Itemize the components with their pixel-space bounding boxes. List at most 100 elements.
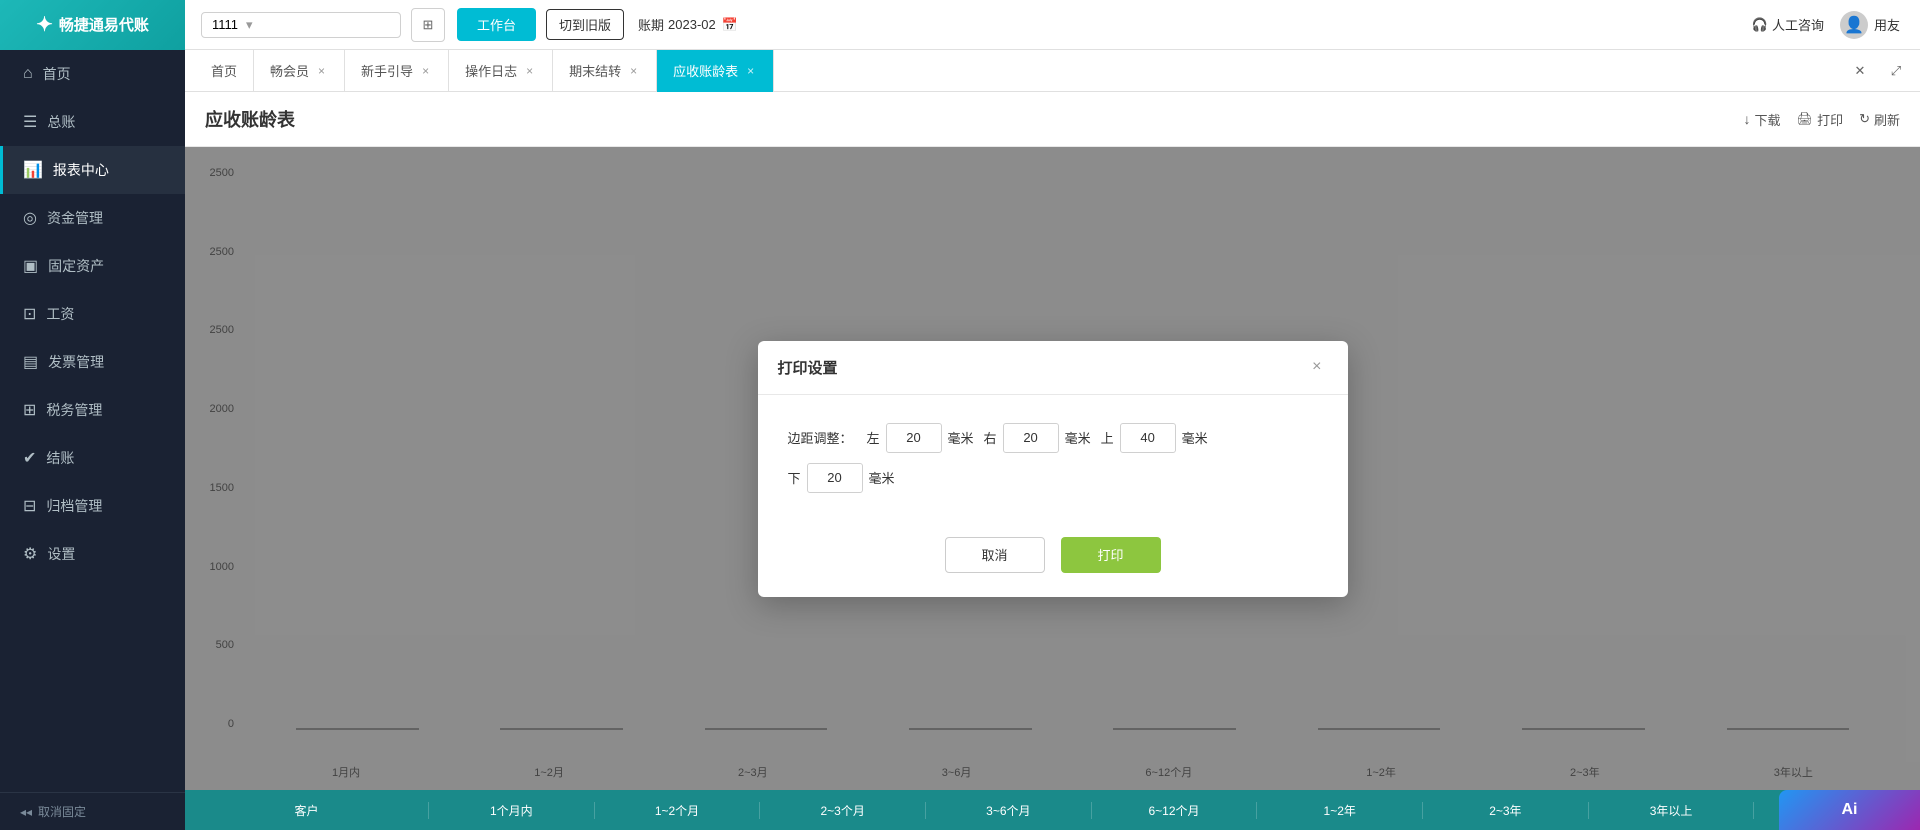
service-button[interactable]: 🎧 人工咨询 — [1752, 15, 1824, 34]
page-content: 应收账龄表 ↓ 下载 🖨 打印 ↻ 刷新 — [185, 92, 1920, 830]
modal-body: 边距调整： 左 毫米 右 — [758, 395, 1348, 521]
margin-label: 边距调整： — [788, 428, 853, 447]
tab-guide-close[interactable]: × — [419, 63, 432, 79]
tab-home[interactable]: 首页 — [195, 50, 254, 92]
logo-icon: ✦ — [36, 12, 53, 37]
page-title: 应收账龄表 — [205, 106, 295, 132]
home-icon: ⌂ — [23, 65, 33, 83]
tab-member-label: 畅会员 — [270, 61, 309, 80]
tab-log-close[interactable]: × — [523, 63, 536, 79]
tab-controls: ✕ ⤢ — [1846, 57, 1910, 85]
tab-ar-aging-close[interactable]: × — [744, 63, 757, 79]
tab-guide[interactable]: 新手引导 × — [345, 50, 449, 92]
calendar-icon[interactable]: 📅 — [722, 17, 738, 33]
download-icon: ↓ — [1744, 111, 1751, 127]
sidebar-item-payroll[interactable]: ⊡ 工资 — [0, 290, 185, 338]
top-header: ✦ 畅捷通易代账 1111 ▾ ⊞ 工作台 切到旧版 账期 2023-02 📅 … — [0, 0, 1920, 50]
sidebar-item-report[interactable]: 📊 报表中心 — [0, 146, 185, 194]
sidebar-item-label: 固定资产 — [48, 256, 104, 276]
download-label: 下载 — [1755, 110, 1781, 129]
th-customer: 客户 — [185, 802, 429, 819]
margin-right-group: 右 毫米 — [984, 423, 1091, 453]
th-3-6m: 3~6个月 — [926, 802, 1092, 819]
margin-bottom-input[interactable] — [807, 463, 863, 493]
th-1-2y: 1~2年 — [1257, 802, 1423, 819]
sidebar-item-home[interactable]: ⌂ 首页 — [0, 50, 185, 98]
ledger-icon: ☰ — [23, 112, 37, 132]
tab-member[interactable]: 畅会员 × — [254, 50, 345, 92]
sidebar-item-asset[interactable]: ▣ 固定资产 — [0, 242, 185, 290]
sidebar-item-label: 设置 — [47, 544, 75, 564]
sidebar-item-label: 税务管理 — [46, 400, 102, 420]
logo-text: 畅捷通易代账 — [59, 14, 149, 35]
print-settings-modal: 打印设置 × 边距调整： 左 毫米 — [758, 341, 1348, 597]
copy-icon: ⊞ — [423, 17, 434, 33]
expand-icon: ⤢ — [1891, 63, 1901, 79]
refresh-icon: ↻ — [1859, 111, 1870, 127]
settlement-icon: ✔ — [23, 448, 36, 468]
tab-ar-aging[interactable]: 应收账龄表 × — [657, 50, 774, 92]
modal-header: 打印设置 × — [758, 341, 1348, 395]
th-6-12m: 6~12个月 — [1092, 802, 1258, 819]
modal-overlay: 打印设置 × 边距调整： 左 毫米 — [185, 147, 1920, 790]
sidebar-item-tax[interactable]: ⊞ 税务管理 — [0, 386, 185, 434]
service-label: 人工咨询 — [1772, 15, 1824, 34]
copy-button[interactable]: ⊞ — [411, 8, 445, 42]
confirm-print-button[interactable]: 打印 — [1061, 537, 1161, 573]
invoice-icon: ▤ — [23, 352, 38, 372]
tab-ar-aging-label: 应收账龄表 — [673, 61, 738, 80]
print-label: 打印 — [1817, 110, 1843, 129]
sidebar-item-ledger[interactable]: ☰ 总账 — [0, 98, 185, 146]
print-button[interactable]: 🖨 打印 — [1797, 110, 1844, 129]
tab-close-button[interactable]: ✕ — [1846, 57, 1874, 85]
sidebar-item-settlement[interactable]: ✔ 结账 — [0, 434, 185, 482]
user-label: 用友 — [1874, 15, 1900, 34]
download-button[interactable]: ↓ 下载 — [1744, 110, 1781, 129]
sidebar-item-label: 报表中心 — [53, 160, 109, 180]
sidebar-scroll: ⌂ 首页 ☰ 总账 📊 报表中心 ◎ 资金管理 ▣ 固定资产 — [0, 50, 185, 792]
th-1-2m: 1~2个月 — [595, 802, 761, 819]
cancel-button[interactable]: 取消 — [945, 537, 1045, 573]
avatar-icon: 👤 — [1844, 15, 1864, 35]
margin-top-input[interactable] — [1120, 423, 1176, 453]
sidebar-item-invoice[interactable]: ▤ 发票管理 — [0, 338, 185, 386]
settings-icon: ⚙ — [23, 544, 37, 564]
sidebar: ⌂ 首页 ☰ 总账 📊 报表中心 ◎ 资金管理 ▣ 固定资产 — [0, 50, 185, 830]
tab-period-end-label: 期末结转 — [569, 61, 621, 80]
asset-icon: ▣ — [23, 256, 38, 276]
tab-expand-button[interactable]: ⤢ — [1882, 57, 1910, 85]
tab-guide-label: 新手引导 — [361, 61, 413, 80]
sidebar-item-label: 首页 — [43, 64, 71, 84]
refresh-button[interactable]: ↻ 刷新 — [1859, 110, 1900, 129]
ai-badge-label: Ai — [1842, 801, 1858, 819]
table-header: 客户 1个月内 1~2个月 2~3个月 3~6个月 6~12个月 1~2年 2~… — [185, 790, 1920, 830]
sidebar-item-label: 资金管理 — [47, 208, 103, 228]
margin-left-input[interactable] — [886, 423, 942, 453]
switch-old-button[interactable]: 切到旧版 — [546, 9, 624, 40]
workbench-button[interactable]: 工作台 — [457, 8, 536, 41]
tax-icon: ⊞ — [23, 400, 36, 420]
tab-period-end-close[interactable]: × — [627, 63, 640, 79]
print-icon: 🖨 — [1797, 111, 1814, 127]
tab-log[interactable]: 操作日志 × — [449, 50, 553, 92]
top-prefix: 上 — [1101, 428, 1114, 447]
logo: ✦ 畅捷通易代账 — [0, 0, 185, 50]
sidebar-item-fund[interactable]: ◎ 资金管理 — [0, 194, 185, 242]
ai-badge[interactable]: Ai — [1779, 790, 1920, 830]
sidebar-item-settings[interactable]: ⚙ 设置 — [0, 530, 185, 578]
tab-period-end[interactable]: 期末结转 × — [553, 50, 657, 92]
sidebar-footer[interactable]: ◂◂ 取消固定 — [0, 792, 185, 830]
sidebar-item-archive[interactable]: ⊟ 归档管理 — [0, 482, 185, 530]
th-1m: 1个月内 — [429, 802, 595, 819]
margin-right-input[interactable] — [1003, 423, 1059, 453]
user-area[interactable]: 👤 用友 — [1840, 11, 1900, 39]
modal-close-button[interactable]: × — [1306, 357, 1327, 377]
pin-icon: ◂◂ — [20, 805, 32, 819]
payroll-icon: ⊡ — [23, 304, 36, 324]
margin-row: 边距调整： 左 毫米 右 — [788, 423, 1318, 493]
th-3y-plus: 3年以上 — [1589, 802, 1755, 819]
company-selector[interactable]: 1111 ▾ — [201, 12, 401, 38]
tab-member-close[interactable]: × — [315, 63, 328, 79]
headphone-icon: 🎧 — [1752, 17, 1768, 33]
sidebar-item-label: 发票管理 — [48, 352, 104, 372]
